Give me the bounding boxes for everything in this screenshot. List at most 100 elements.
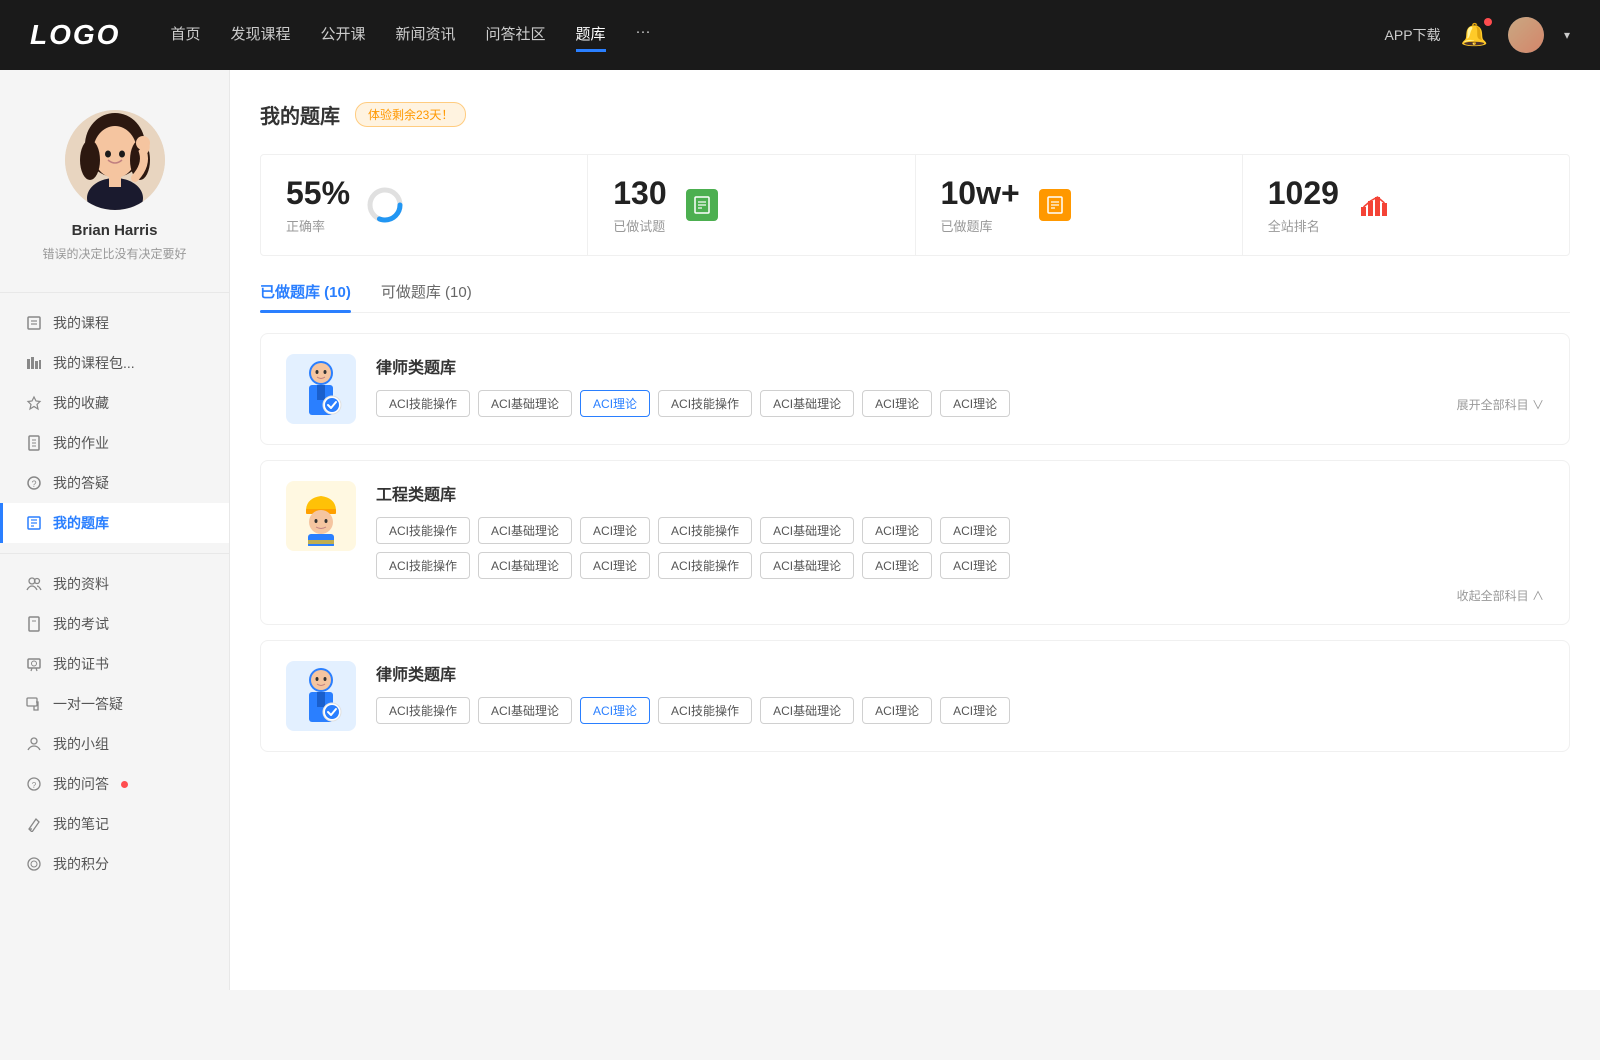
tutoring-label: 一对一答疑 <box>53 694 123 714</box>
sidebar-item-mygroup[interactable]: 我的小组 <box>0 724 229 764</box>
stat-questions-label: 已做试题 <box>613 216 666 235</box>
nav-link-questionbank[interactable]: 题库 <box>576 18 606 52</box>
tag-lawyer1-0[interactable]: ACI技能操作 <box>376 390 470 417</box>
tag-eng2-1[interactable]: ACI基础理论 <box>478 552 572 579</box>
questionbank-label: 我的题库 <box>53 513 109 533</box>
sidebar-item-coursepack[interactable]: 我的课程包... <box>0 343 229 383</box>
mycourse-label: 我的课程 <box>53 313 109 333</box>
myqa-label: 我的答疑 <box>53 473 109 493</box>
tag-lawyer2-4[interactable]: ACI基础理论 <box>760 697 854 724</box>
sidebar-item-homework[interactable]: 我的作业 <box>0 423 229 463</box>
nav-link-opencourse[interactable]: 公开课 <box>320 18 365 52</box>
nav-logo[interactable]: LOGO <box>30 19 120 51</box>
mypoints-icon <box>25 855 43 873</box>
profile-section: Brian Harris 错误的决定比没有决定要好 <box>0 90 229 282</box>
sidebar-item-mydata[interactable]: 我的资料 <box>0 564 229 604</box>
stat-rank-text: 1029 全站排名 <box>1268 175 1339 235</box>
sidebar-item-myqa[interactable]: ? 我的答疑 <box>0 463 229 503</box>
tag-lawyer1-5[interactable]: ACI理论 <box>862 390 932 417</box>
tag-eng2-6[interactable]: ACI理论 <box>940 552 1010 579</box>
lawyer-icon-1 <box>286 354 356 424</box>
tag-eng-6[interactable]: ACI理论 <box>940 517 1010 544</box>
mydata-label: 我的资料 <box>53 574 109 594</box>
nav-link-home[interactable]: 首页 <box>170 18 200 52</box>
tag-lawyer1-3[interactable]: ACI技能操作 <box>658 390 752 417</box>
stat-rank-icon <box>1354 185 1394 225</box>
expand-link-lawyer1[interactable]: 展开全部科目 ∨ <box>1457 394 1544 413</box>
bank-card-engineer-tags-row2: ACI技能操作 ACI基础理论 ACI理论 ACI技能操作 ACI基础理论 AC… <box>376 552 1544 579</box>
tag-eng-0[interactable]: ACI技能操作 <box>376 517 470 544</box>
bank-card-lawyer-1: 律师类题库 ACI技能操作 ACI基础理论 ACI理论 ACI技能操作 ACI基… <box>260 333 1570 445</box>
tag-eng-5[interactable]: ACI理论 <box>862 517 932 544</box>
sidebar-item-myexam[interactable]: 我的考试 <box>0 604 229 644</box>
tag-lawyer2-5[interactable]: ACI理论 <box>862 697 932 724</box>
question-notification-dot <box>121 781 128 788</box>
sidebar-item-mycourse[interactable]: 我的课程 <box>0 303 229 343</box>
nav-link-news[interactable]: 新闻资讯 <box>396 18 456 52</box>
tag-lawyer1-6[interactable]: ACI理论 <box>940 390 1010 417</box>
sidebar-item-mynotes[interactable]: 我的笔记 <box>0 804 229 844</box>
favorites-label: 我的收藏 <box>53 393 109 413</box>
stat-accuracy: 55% 正确率 <box>261 155 588 255</box>
tag-eng-3[interactable]: ACI技能操作 <box>658 517 752 544</box>
collapse-link-engineer[interactable]: 收起全部科目 ∧ <box>376 587 1544 604</box>
myexam-icon <box>25 615 43 633</box>
stat-questions-number: 130 <box>613 175 666 212</box>
tag-eng2-2[interactable]: ACI理论 <box>580 552 650 579</box>
nav-link-discover[interactable]: 发现课程 <box>230 18 290 52</box>
sidebar-menu: 我的课程 我的课程包... 我的收藏 我的作业 <box>0 303 229 884</box>
myquestions-icon: ? <box>25 775 43 793</box>
tag-eng-1[interactable]: ACI基础理论 <box>478 517 572 544</box>
stat-questions-done: 130 已做试题 <box>588 155 915 255</box>
tag-eng2-0[interactable]: ACI技能操作 <box>376 552 470 579</box>
sidebar-item-myquestions[interactable]: ? 我的问答 <box>0 764 229 804</box>
nav-link-qa[interactable]: 问答社区 <box>486 18 546 52</box>
mynotes-icon <box>25 815 43 833</box>
engineer-icon <box>286 481 356 551</box>
tab-row: 已做题库 (10) 可做题库 (10) <box>260 281 1570 313</box>
avatar-image <box>1508 17 1544 53</box>
stat-accuracy-number: 55% <box>286 175 350 212</box>
tag-eng-2[interactable]: ACI理论 <box>580 517 650 544</box>
user-menu-chevron[interactable]: ▾ <box>1564 28 1570 42</box>
myquestions-label: 我的问答 <box>53 774 109 794</box>
svg-text:?: ? <box>31 479 36 489</box>
tag-lawyer2-6[interactable]: ACI理论 <box>940 697 1010 724</box>
sidebar-item-mypoints[interactable]: 我的积分 <box>0 844 229 884</box>
engineer-svg <box>294 486 349 546</box>
stats-row: 55% 正确率 130 已做试题 <box>260 154 1570 256</box>
page-title: 我的题库 <box>260 100 340 129</box>
stat-questions-icon <box>682 185 722 225</box>
bank-card-engineer-tags-row1: ACI技能操作 ACI基础理论 ACI理论 ACI技能操作 ACI基础理论 AC… <box>376 517 1544 544</box>
sidebar-item-favorites[interactable]: 我的收藏 <box>0 383 229 423</box>
nav-link-more[interactable]: ··· <box>636 18 651 52</box>
stat-questions-text: 130 已做试题 <box>613 175 666 235</box>
tag-lawyer2-2[interactable]: ACI理论 <box>580 697 650 724</box>
tag-eng2-5[interactable]: ACI理论 <box>862 552 932 579</box>
stat-accuracy-icon <box>365 185 405 225</box>
notification-bell[interactable]: 🔔 <box>1461 22 1488 48</box>
tag-lawyer1-2[interactable]: ACI理论 <box>580 390 650 417</box>
sidebar-item-mycert[interactable]: 我的证书 <box>0 644 229 684</box>
tag-lawyer2-0[interactable]: ACI技能操作 <box>376 697 470 724</box>
tag-lawyer1-1[interactable]: ACI基础理论 <box>478 390 572 417</box>
sidebar-item-tutoring[interactable]: 一对一答疑 <box>0 684 229 724</box>
tag-lawyer2-1[interactable]: ACI基础理论 <box>478 697 572 724</box>
stat-rank-number: 1029 <box>1268 175 1339 212</box>
questionbank-icon <box>25 514 43 532</box>
tag-lawyer1-4[interactable]: ACI基础理论 <box>760 390 854 417</box>
app-download-button[interactable]: APP下载 <box>1385 25 1441 45</box>
tag-eng2-4[interactable]: ACI基础理论 <box>760 552 854 579</box>
profile-name: Brian Harris <box>20 222 209 239</box>
sidebar-item-questionbank[interactable]: 我的题库 <box>0 503 229 543</box>
doc-green-icon <box>686 189 718 221</box>
tag-eng2-3[interactable]: ACI技能操作 <box>658 552 752 579</box>
bank-card-lawyer-1-header: 律师类题库 ACI技能操作 ACI基础理论 ACI理论 ACI技能操作 ACI基… <box>286 354 1544 424</box>
tag-eng-4[interactable]: ACI基础理论 <box>760 517 854 544</box>
user-avatar[interactable] <box>1508 17 1544 53</box>
stat-banks-done: 10w+ 已做题库 <box>916 155 1243 255</box>
stat-banks-label: 已做题库 <box>941 216 1020 235</box>
tag-lawyer2-3[interactable]: ACI技能操作 <box>658 697 752 724</box>
tab-done-banks[interactable]: 已做题库 (10) <box>260 281 351 312</box>
tab-available-banks[interactable]: 可做题库 (10) <box>381 281 472 312</box>
